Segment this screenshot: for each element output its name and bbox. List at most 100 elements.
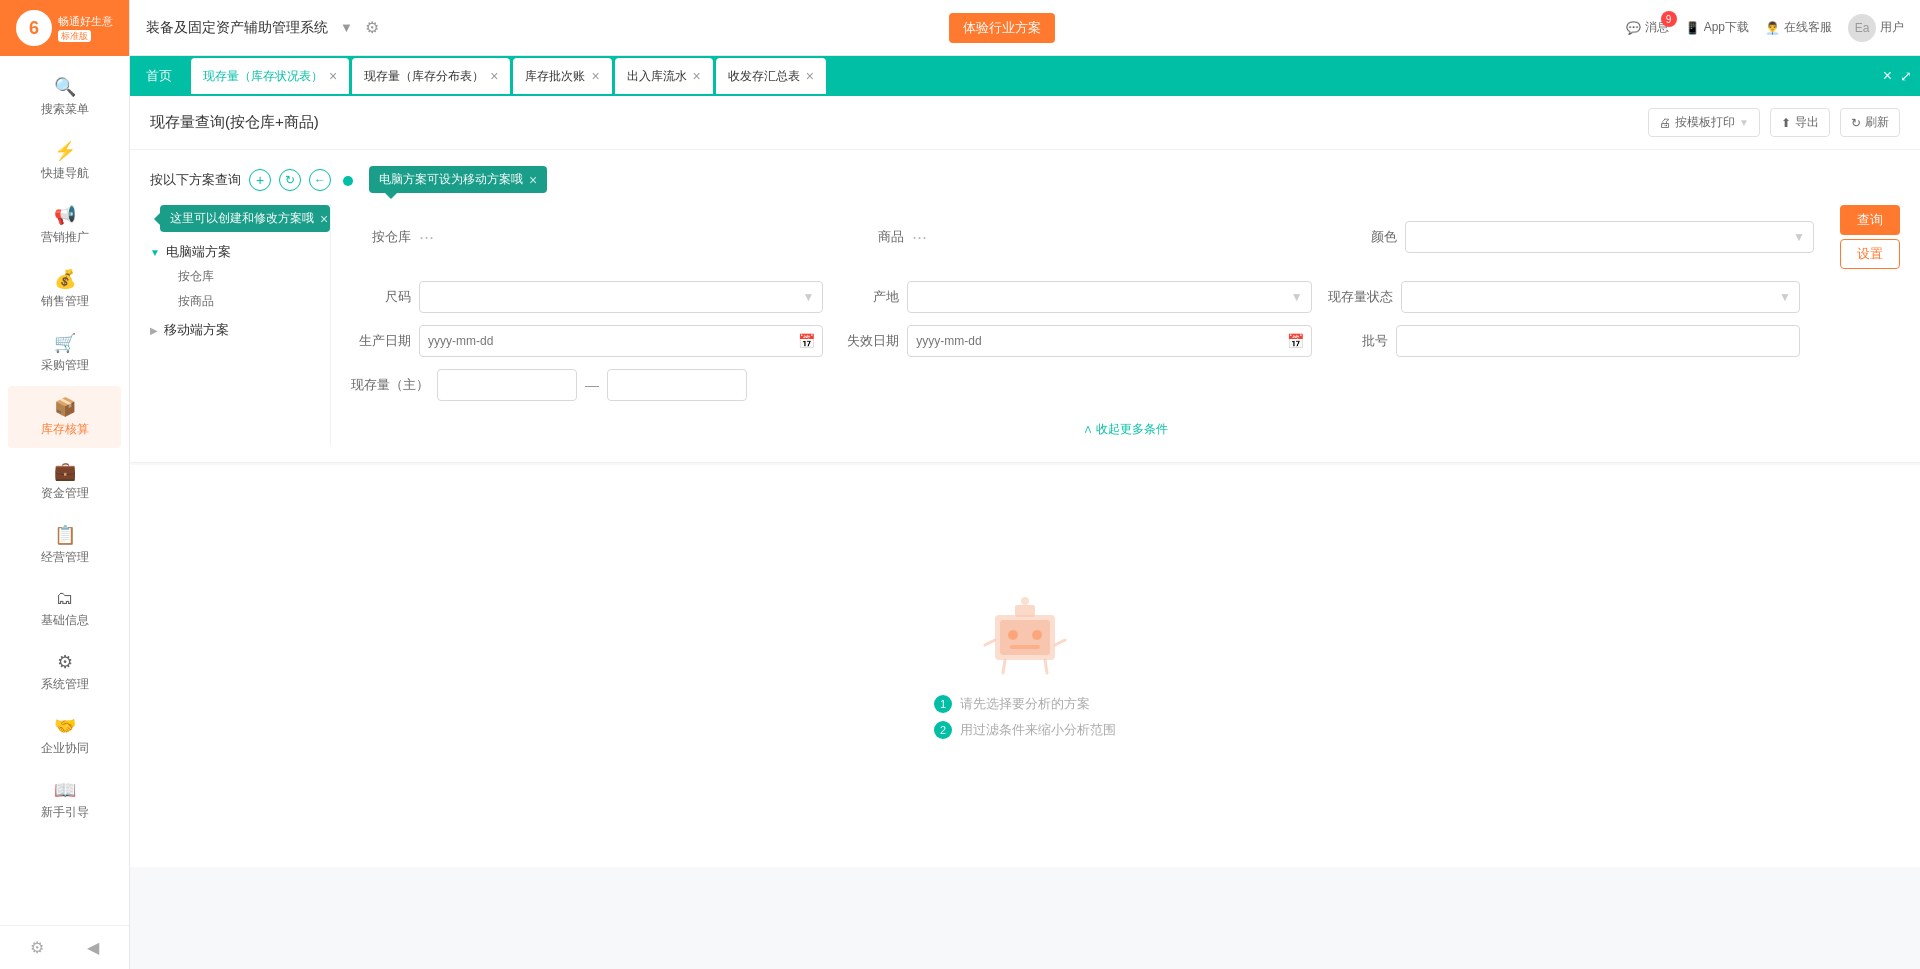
mobile-scheme-arrow: ▶: [150, 325, 158, 336]
message-icon-item[interactable]: 💬 9 消息: [1626, 19, 1669, 36]
size-select[interactable]: ▼: [419, 281, 823, 313]
filter-form: 按仓库 ··· 商品 ··· 颜色 ▼: [330, 205, 1900, 446]
range-dash: —: [585, 377, 599, 393]
color-select[interactable]: ▼: [1405, 221, 1814, 253]
tab-inventory-status[interactable]: 现存量（库存状况表） ×: [191, 58, 349, 94]
sidebar-item-operations[interactable]: 📋 经营管理: [8, 514, 121, 576]
filter-add-btn[interactable]: +: [249, 169, 271, 191]
search-btn[interactable]: 查询: [1840, 205, 1900, 235]
tab-close-collection-summary[interactable]: ×: [806, 68, 814, 84]
scheme-list-panel: 这里可以创建和修改方案哦 × ▼ 电脑端方案 按仓库 按商品 ▶ 移动端方案: [150, 205, 330, 446]
purchase-icon: 🛒: [54, 332, 76, 354]
svg-rect-1: [1000, 620, 1050, 655]
tab-close-batch-account[interactable]: ×: [591, 68, 599, 84]
sidebar-item-finance[interactable]: 💼 资金管理: [8, 450, 121, 512]
sidebar-item-inventory[interactable]: 📦 库存核算: [8, 386, 121, 448]
tab-close-in-out-flow[interactable]: ×: [693, 68, 701, 84]
svg-rect-5: [1015, 605, 1035, 617]
reset-btn[interactable]: 设置: [1840, 239, 1900, 269]
user-avatar-item[interactable]: Ea 用户: [1848, 14, 1904, 42]
industry-solution-btn[interactable]: 体验行业方案: [949, 13, 1055, 43]
svg-line-8: [1055, 640, 1065, 645]
filter-back-btn[interactable]: ←: [309, 169, 331, 191]
collapse-sidebar-btn[interactable]: ◀: [87, 938, 99, 957]
inventory-icon: 📦: [54, 396, 76, 418]
tooltip2-close-btn[interactable]: ×: [320, 211, 328, 227]
tooltip-create-scheme: 这里可以创建和修改方案哦 ×: [160, 205, 330, 232]
form-group-stock-status: 现存量状态 ▼: [1328, 281, 1800, 313]
tab-home[interactable]: 首页: [130, 56, 188, 96]
produce-date-calendar-icon[interactable]: 📅: [798, 333, 815, 349]
settings-icon-header[interactable]: ⚙: [365, 18, 379, 37]
desktop-sub-item2: 按商品: [150, 289, 330, 314]
tab-close-inventory-status[interactable]: ×: [329, 68, 337, 84]
scheme-item-desktop[interactable]: ▼ 电脑端方案: [150, 240, 330, 264]
stock-status-select[interactable]: ▼: [1401, 281, 1800, 313]
filter-row-4: 现存量（主） —: [351, 369, 1900, 401]
sidebar-item-enterprise[interactable]: 🤝 企业协同: [8, 705, 121, 767]
basic-icon: 🗂: [56, 588, 74, 609]
tab-batch-account[interactable]: 库存批次账 ×: [513, 58, 611, 94]
produce-date-label: 生产日期: [351, 332, 411, 350]
sidebar-item-guide[interactable]: 📖 新手引导: [8, 769, 121, 831]
empty-step-2: 2 用过滤条件来缩小分析范围: [934, 721, 1116, 739]
refresh-btn[interactable]: ↻ 刷新: [1840, 108, 1900, 137]
batch-input[interactable]: [1396, 325, 1800, 357]
logo-icon: 6: [16, 10, 52, 46]
form-group-warehouse: 按仓库 ···: [351, 227, 828, 248]
sidebar-menu: 🔍 搜索菜单 ⚡ 快捷导航 📢 营销推广 💰 销售管理 🛒 采购管理 📦 库存核…: [0, 56, 129, 925]
sidebar-item-purchase[interactable]: 🛒 采购管理: [8, 322, 121, 384]
tab-inventory-dist[interactable]: 现存量（库存分布表） ×: [352, 58, 510, 94]
mobile-icon: 📱: [1685, 21, 1700, 35]
tab-collection-summary[interactable]: 收发存汇总表 ×: [716, 58, 826, 94]
sidebar-item-basic[interactable]: 🗂 基础信息: [8, 578, 121, 639]
collapse-row[interactable]: ∧ 收起更多条件: [351, 413, 1900, 446]
sidebar-item-sales[interactable]: 💰 销售管理: [8, 258, 121, 320]
app-download-item[interactable]: 📱 App下载: [1685, 19, 1749, 36]
form-group-goods: 商品 ···: [844, 227, 1321, 248]
filter-refresh-btn[interactable]: ↻: [279, 169, 301, 191]
stock-main-to-input[interactable]: [607, 369, 747, 401]
sidebar-item-system[interactable]: ⚙ 系统管理: [8, 641, 121, 703]
message-badge: 9: [1661, 11, 1677, 27]
export-btn[interactable]: ⬆ 导出: [1770, 108, 1830, 137]
user-avatar: Ea: [1848, 14, 1876, 42]
print-dropdown-icon: ▼: [1739, 117, 1749, 128]
maximize-btn[interactable]: ⤢: [1900, 68, 1912, 84]
tab-close-inventory-dist[interactable]: ×: [490, 68, 498, 84]
expire-date-input[interactable]: [907, 325, 1311, 357]
sidebar-item-search[interactable]: 🔍 搜索菜单: [8, 66, 121, 128]
expire-date-calendar-icon[interactable]: 📅: [1287, 333, 1304, 349]
tab-in-out-flow[interactable]: 出入库流水 ×: [615, 58, 713, 94]
stock-main-from-input[interactable]: [437, 369, 577, 401]
sidebar-item-quick-nav[interactable]: ⚡ 快捷导航: [8, 130, 121, 192]
form-group-batch: 批号: [1328, 325, 1800, 357]
tooltip1-close-btn[interactable]: ×: [529, 172, 537, 188]
online-support-item[interactable]: 👨‍💼 在线客服: [1765, 19, 1832, 36]
warehouse-dots[interactable]: ···: [419, 227, 439, 248]
svg-line-10: [1045, 660, 1047, 673]
origin-select-arrow: ▼: [1291, 290, 1303, 304]
print-btn[interactable]: 🖨 按模板打印 ▼: [1648, 108, 1760, 137]
filter-row-1: 按仓库 ··· 商品 ··· 颜色 ▼: [351, 205, 1900, 269]
origin-label: 产地: [839, 288, 899, 306]
settings-footer-btn[interactable]: ⚙: [30, 938, 44, 957]
desktop-sub-item: 按仓库: [150, 264, 330, 289]
svg-rect-4: [1010, 645, 1040, 649]
filter-row-2: 尺码 ▼ 产地 ▼ 现存量状态: [351, 281, 1900, 313]
produce-date-input[interactable]: [419, 325, 823, 357]
scheme-item-mobile[interactable]: ▶ 移动端方案: [150, 318, 330, 342]
empty-state-illustration: [975, 585, 1075, 675]
step2-num: 2: [934, 721, 952, 739]
desktop-scheme-arrow: ▼: [150, 247, 160, 258]
expire-date-label: 失效日期: [839, 332, 899, 350]
close-all-tabs-btn[interactable]: ×: [1883, 67, 1892, 85]
goods-dots[interactable]: ···: [912, 227, 932, 248]
form-group-size: 尺码 ▼: [351, 281, 823, 313]
system-dropdown-arrow[interactable]: ▼: [340, 20, 353, 35]
expire-date-input-wrap: 📅: [907, 325, 1311, 357]
operations-icon: 📋: [54, 524, 76, 546]
origin-select[interactable]: ▼: [907, 281, 1311, 313]
sidebar-item-marketing[interactable]: 📢 营销推广: [8, 194, 121, 256]
tabs-controls: × ⤢: [1883, 67, 1920, 85]
